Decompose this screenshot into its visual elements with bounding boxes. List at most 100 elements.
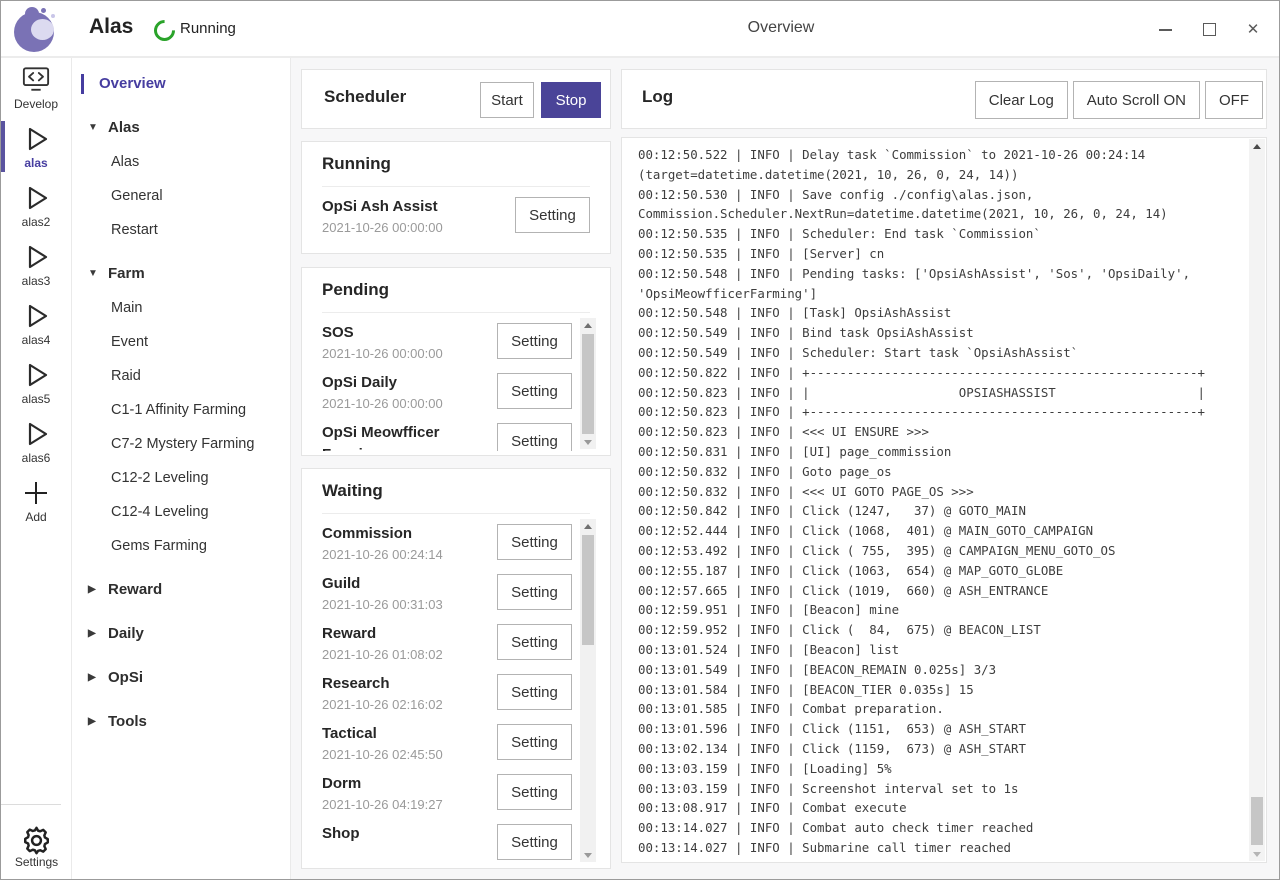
scrollbar-thumb[interactable] (582, 535, 594, 645)
scrollbar-thumb[interactable] (582, 334, 594, 434)
stop-button[interactable]: Stop (541, 82, 601, 118)
log-line: 00:12:55.187 | INFO | Click (1063, 654) … (638, 561, 1242, 581)
rail-item-alas4[interactable]: alas4 (1, 294, 71, 353)
waiting-scrollbar[interactable] (580, 519, 596, 862)
autoscroll-off-button[interactable]: OFF (1205, 81, 1263, 119)
task-setting-button[interactable]: Setting (497, 423, 572, 451)
plus-icon (21, 478, 51, 508)
log-line: 00:12:50.548 | INFO | [Task] OpsiAshAssi… (638, 303, 1242, 323)
nav-item-label: Restart (111, 222, 158, 238)
rail-item-alas[interactable]: alas (1, 117, 71, 176)
nav-item-tools[interactable]: ▶ Tools (72, 705, 290, 739)
pending-panel: Pending SOS 2021-10-26 00:00:00 Setting … (301, 267, 611, 456)
nav-item-reward[interactable]: ▶ Reward (72, 573, 290, 607)
log-line: 00:13:01.584 | INFO | [BEACON_TIER 0.035… (638, 680, 1242, 700)
scroll-up-icon[interactable] (1249, 139, 1265, 153)
nav-item-gems-farming[interactable]: Gems Farming (72, 529, 290, 563)
active-indicator (1, 62, 5, 113)
nav-item-opsi[interactable]: ▶ OpSi (72, 661, 290, 695)
start-button[interactable]: Start (480, 82, 534, 118)
nav-item-c12-4-leveling[interactable]: C12-4 Leveling (72, 495, 290, 529)
log-line: 00:12:50.535 | INFO | Scheduler: End tas… (638, 224, 1242, 244)
rail-item-label: Settings (15, 855, 58, 869)
task-row: SOS 2021-10-26 00:00:00 Setting (322, 318, 610, 368)
log-line: 00:12:50.535 | INFO | [Server] cn (638, 244, 1242, 264)
rail-item-label: alas2 (22, 215, 51, 229)
chevron-right-icon: ▶ (88, 617, 96, 651)
task-setting-button[interactable]: Setting (497, 524, 572, 560)
rail-item-alas3[interactable]: alas3 (1, 235, 71, 294)
nav-item-farm[interactable]: ▼ Farm (72, 257, 290, 291)
nav-item-restart[interactable]: Restart (72, 213, 290, 247)
task-setting-button[interactable]: Setting (497, 674, 572, 710)
nav-item-label: Alas (111, 154, 139, 170)
task-row: Guild 2021-10-26 00:31:03 Setting (322, 569, 610, 619)
log-line: 00:12:50.549 | INFO | Bind task OpsiAshA… (638, 323, 1242, 343)
nav-item-overview[interactable]: Overview (72, 67, 290, 101)
task-setting-button[interactable]: Setting (497, 624, 572, 660)
waiting-task-list: Commission 2021-10-26 00:24:14 Setting G… (322, 519, 610, 864)
nav-item-label: C12-2 Leveling (111, 470, 209, 486)
rail-divider (1, 804, 61, 805)
scroll-down-icon[interactable] (580, 435, 596, 449)
nav-item-event[interactable]: Event (72, 325, 290, 359)
nav-item-label: Daily (108, 625, 144, 642)
autoscroll-on-button[interactable]: Auto Scroll ON (1073, 81, 1200, 119)
maximize-button[interactable] (1187, 1, 1231, 58)
nav-item-c12-2-leveling[interactable]: C12-2 Leveling (72, 461, 290, 495)
close-button[interactable] (1231, 1, 1275, 58)
log-scrollbar[interactable] (1249, 139, 1265, 861)
log-line: 00:12:50.549 | INFO | Scheduler: Start t… (638, 343, 1242, 363)
app-title: Alas (89, 15, 133, 39)
scroll-down-icon[interactable] (1249, 847, 1265, 861)
task-setting-button[interactable]: Setting (497, 373, 572, 409)
nav-item-c7-2-mystery-farming[interactable]: C7-2 Mystery Farming (72, 427, 290, 461)
nav-item-daily[interactable]: ▶ Daily (72, 617, 290, 651)
pending-task-list: SOS 2021-10-26 00:00:00 Setting OpSi Dai… (322, 318, 610, 451)
rail-item-develop[interactable]: Develop (1, 58, 71, 117)
running-spinner-icon (150, 16, 180, 46)
nav-item-label: Raid (111, 368, 141, 384)
nav-item-label: Event (111, 334, 148, 350)
nav-item-raid[interactable]: Raid (72, 359, 290, 393)
nav-item-main[interactable]: Main (72, 291, 290, 325)
log-line: 00:13:14.027 | INFO | Submarine call tim… (638, 838, 1242, 858)
task-setting-button[interactable]: Setting (497, 574, 572, 610)
log-line: 00:13:01.596 | INFO | Click (1151, 653) … (638, 719, 1242, 739)
rail-item-alas2[interactable]: alas2 (1, 176, 71, 235)
waiting-panel: Waiting Commission 2021-10-26 00:24:14 S… (301, 468, 611, 869)
log-line: 00:12:59.951 | INFO | [Beacon] mine (638, 600, 1242, 620)
task-setting-button[interactable]: Setting (515, 197, 590, 233)
rail-item-alas5[interactable]: alas5 (1, 353, 71, 412)
running-title: Running (322, 154, 391, 174)
divider (322, 513, 590, 514)
pending-scrollbar[interactable] (580, 318, 596, 449)
log-line: 00:12:50.832 | INFO | <<< UI GOTO PAGE_O… (638, 482, 1242, 502)
scroll-down-icon[interactable] (580, 848, 596, 862)
scrollbar-thumb[interactable] (1251, 797, 1263, 845)
nav-item-alas[interactable]: Alas (72, 145, 290, 179)
scroll-up-icon[interactable] (580, 519, 596, 533)
rail-item-settings[interactable]: Settings (1, 825, 72, 869)
task-row: Research 2021-10-26 02:16:02 Setting (322, 669, 610, 719)
task-setting-button[interactable]: Setting (497, 774, 572, 810)
nav-item-c1-1-affinity-farming[interactable]: C1-1 Affinity Farming (72, 393, 290, 427)
log-line: 00:13:03.159 | INFO | Screenshot interva… (638, 779, 1242, 799)
scroll-up-icon[interactable] (580, 318, 596, 332)
clear-log-button[interactable]: Clear Log (975, 81, 1068, 119)
nav-item-alas[interactable]: ▼ Alas (72, 111, 290, 145)
log-line: 00:12:53.492 | INFO | Click ( 755, 395) … (638, 541, 1242, 561)
nav-item-label: Gems Farming (111, 538, 207, 554)
log-lines: 00:12:50.522 | INFO | Delay task `Commis… (638, 145, 1242, 858)
minimize-button[interactable] (1143, 1, 1187, 58)
nav-item-general[interactable]: General (72, 179, 290, 213)
window-controls (1143, 1, 1275, 58)
task-setting-button[interactable]: Setting (497, 824, 572, 860)
task-setting-button[interactable]: Setting (497, 323, 572, 359)
running-panel: Running OpSi Ash Assist 2021-10-26 00:00… (301, 141, 611, 254)
rail-item-label: alas4 (22, 333, 51, 347)
rail-item-add[interactable]: Add (1, 471, 71, 530)
log-line: 00:13:01.524 | INFO | [Beacon] list (638, 640, 1242, 660)
task-setting-button[interactable]: Setting (497, 724, 572, 760)
rail-item-alas6[interactable]: alas6 (1, 412, 71, 471)
